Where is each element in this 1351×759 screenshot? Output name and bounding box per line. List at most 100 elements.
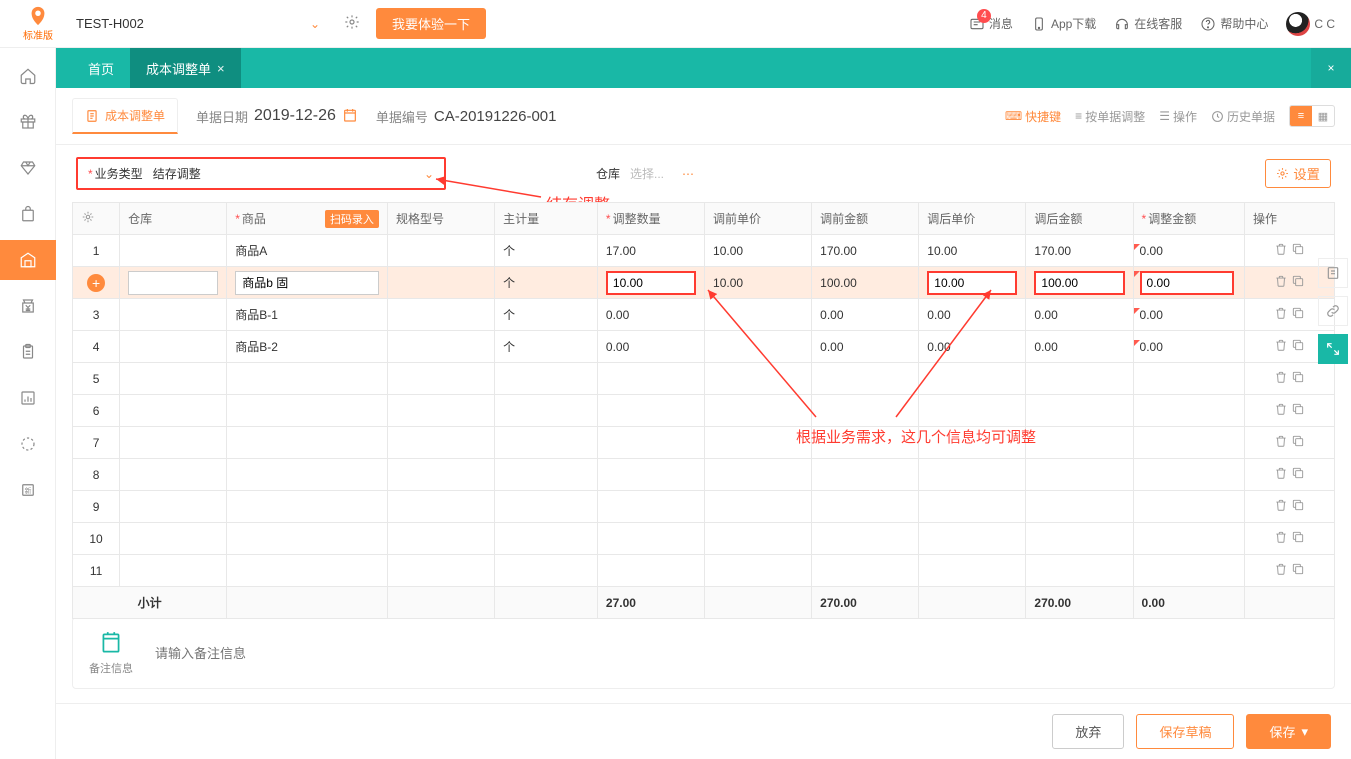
note-icon xyxy=(98,630,124,656)
hotkey-button[interactable]: ⌨快捷键 xyxy=(1005,108,1061,125)
history-button[interactable]: 历史单据 xyxy=(1211,108,1275,125)
copy-row-icon[interactable] xyxy=(1291,373,1305,387)
save-button[interactable]: 保存▾ xyxy=(1246,714,1331,749)
left-sidebar: 新 xyxy=(0,48,56,759)
calendar-icon[interactable] xyxy=(342,107,358,126)
tab-home[interactable]: 首页 xyxy=(72,48,130,88)
docno-label: 单据编号 xyxy=(376,107,428,126)
col-post-price: 调后单价 xyxy=(919,203,1026,235)
post-price-input[interactable] xyxy=(927,271,1017,295)
col-qty: *调整数量 xyxy=(597,203,704,235)
table-row[interactable]: 10 xyxy=(73,523,1335,555)
delete-row-icon[interactable] xyxy=(1274,245,1288,259)
col-pre-amt: 调前金额 xyxy=(812,203,919,235)
doc-ops-button[interactable]: ☰操作 xyxy=(1159,108,1197,125)
delete-row-icon[interactable] xyxy=(1274,501,1288,515)
table-row[interactable]: 9 xyxy=(73,491,1335,523)
post-amt-input[interactable] xyxy=(1034,271,1124,295)
svg-text:新: 新 xyxy=(24,486,31,495)
rail-note-icon[interactable] xyxy=(1318,258,1348,288)
col-product: *商品扫码录入 xyxy=(227,203,388,235)
delete-row-icon[interactable] xyxy=(1274,533,1288,547)
col-settings-icon[interactable] xyxy=(73,203,120,235)
delete-row-icon[interactable] xyxy=(1274,341,1288,355)
nav-warehouse-icon[interactable] xyxy=(0,240,56,280)
table-row[interactable]: 7 xyxy=(73,427,1335,459)
delete-row-icon[interactable] xyxy=(1274,405,1288,419)
chevron-down-icon: ⌄ xyxy=(424,167,434,181)
remark-section: 备注信息 xyxy=(72,617,1335,689)
rail-link-icon[interactable] xyxy=(1318,296,1348,326)
date-label: 单据日期 xyxy=(196,107,248,126)
delete-row-icon[interactable] xyxy=(1274,309,1288,323)
adj-amt-input[interactable] xyxy=(1140,271,1234,295)
table-row[interactable]: 3商品B-1个0.000.000.000.000.00 xyxy=(73,299,1335,331)
table-row[interactable]: 11 xyxy=(73,555,1335,587)
nav-bag-icon[interactable] xyxy=(0,194,56,234)
table-row[interactable]: 1商品A个17.0010.00170.0010.00170.000.00 xyxy=(73,235,1335,267)
customer-service-button[interactable]: 在线客服 xyxy=(1114,15,1182,32)
nav-money-icon[interactable] xyxy=(0,286,56,326)
warehouse-select[interactable]: 仓库 选择... ⋯ xyxy=(596,165,696,182)
nav-clipboard-icon[interactable] xyxy=(0,332,56,372)
trial-button[interactable]: 我要体验一下 xyxy=(376,8,486,39)
messages-button[interactable]: 4 消息 xyxy=(969,15,1013,32)
table-row[interactable]: 6 xyxy=(73,395,1335,427)
delete-row-icon[interactable] xyxy=(1274,565,1288,579)
table-row[interactable]: 4商品B-2个0.000.000.000.000.00 xyxy=(73,331,1335,363)
table-row[interactable]: 5 xyxy=(73,363,1335,395)
view-list-icon[interactable]: ≡ xyxy=(1290,106,1312,126)
table-row[interactable]: +个10.00100.00 xyxy=(73,267,1335,299)
scan-input-tag[interactable]: 扫码录入 xyxy=(325,210,379,228)
product-input[interactable] xyxy=(235,271,379,295)
copy-row-icon[interactable] xyxy=(1291,565,1305,579)
delete-row-icon[interactable] xyxy=(1274,437,1288,451)
nav-gift-icon[interactable] xyxy=(0,102,56,142)
biz-type-select[interactable]: *业务类型 结存调整 ⌄ xyxy=(76,157,446,190)
nav-report-icon[interactable] xyxy=(0,378,56,418)
remark-input[interactable] xyxy=(155,646,1318,661)
delete-row-icon[interactable] xyxy=(1274,277,1288,291)
date-value[interactable]: 2019-12-26 xyxy=(254,107,336,125)
copy-row-icon[interactable] xyxy=(1291,469,1305,483)
footer: 放弃 保存草稿 保存▾ xyxy=(56,703,1351,759)
nav-new-icon[interactable]: 新 xyxy=(0,470,56,510)
copy-row-icon[interactable] xyxy=(1291,277,1305,291)
col-adj-amt: *调整金额 xyxy=(1133,203,1244,235)
nav-dashed-circle-icon[interactable] xyxy=(0,424,56,464)
delete-row-icon[interactable] xyxy=(1274,373,1288,387)
rail-expand-icon[interactable] xyxy=(1318,334,1348,364)
col-post-amt: 调后金额 xyxy=(1026,203,1133,235)
doc-header: 成本调整单 单据日期 2019-12-26 单据编号 CA-20191226-0… xyxy=(56,88,1351,145)
copy-row-icon[interactable] xyxy=(1291,309,1305,323)
copy-row-icon[interactable] xyxy=(1291,405,1305,419)
add-row-icon[interactable]: + xyxy=(87,274,105,292)
by-doc-adjust-button[interactable]: ≡按单据调整 xyxy=(1075,108,1145,125)
nav-diamond-icon[interactable] xyxy=(0,148,56,188)
copy-row-icon[interactable] xyxy=(1291,245,1305,259)
user-menu[interactable]: C C xyxy=(1286,12,1335,36)
copy-row-icon[interactable] xyxy=(1291,341,1305,355)
save-draft-button[interactable]: 保存草稿 xyxy=(1136,714,1234,749)
copy-row-icon[interactable] xyxy=(1291,533,1305,547)
chevron-down-icon: ⌄ xyxy=(310,17,320,31)
qty-input[interactable] xyxy=(606,271,696,295)
app-download-button[interactable]: App下载 xyxy=(1031,15,1096,32)
chevron-down-icon: ▾ xyxy=(1301,724,1308,740)
tab-close-icon[interactable]: × xyxy=(217,61,225,76)
tab-cost-adjustment[interactable]: 成本调整单 × xyxy=(130,48,241,88)
doc-type-tab[interactable]: 成本调整单 xyxy=(72,98,178,134)
help-center-button[interactable]: 帮助中心 xyxy=(1200,15,1268,32)
company-settings-icon[interactable] xyxy=(336,10,368,37)
warehouse-input[interactable] xyxy=(128,271,218,295)
delete-row-icon[interactable] xyxy=(1274,469,1288,483)
subtotal-row: 小计 27.00 270.00 270.00 0.00 xyxy=(73,587,1335,619)
table-row[interactable]: 8 xyxy=(73,459,1335,491)
copy-row-icon[interactable] xyxy=(1291,437,1305,451)
more-icon[interactable]: ⋯ xyxy=(682,167,696,181)
company-name: TEST-H002 xyxy=(76,16,144,31)
discard-button[interactable]: 放弃 xyxy=(1052,714,1124,749)
company-select[interactable]: TEST-H002 ⌄ xyxy=(68,12,328,35)
copy-row-icon[interactable] xyxy=(1291,501,1305,515)
nav-home-icon[interactable] xyxy=(0,56,56,96)
